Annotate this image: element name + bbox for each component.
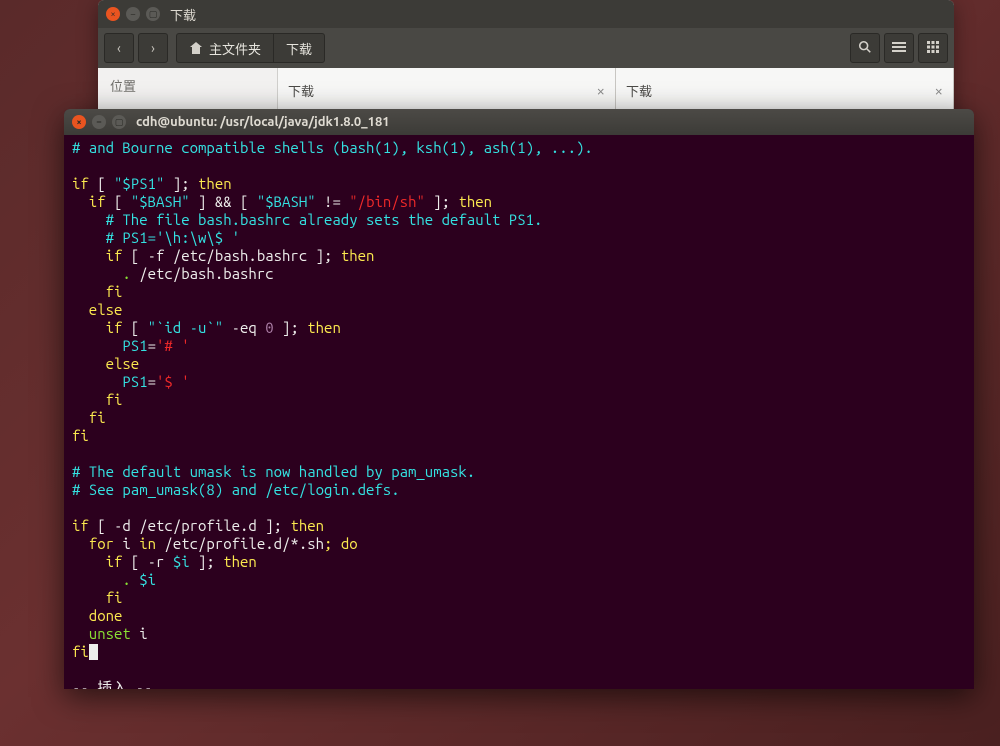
tab-downloads-1[interactable]: 下载 × [278,68,616,113]
close-icon[interactable]: × [106,7,120,21]
home-icon [189,42,203,54]
nav-back-button[interactable]: ‹ [104,33,134,63]
sidebar-section-label: 位置 [110,80,136,94]
breadcrumb: 主文件夹 下载 [176,33,325,63]
nav-forward-button[interactable]: › [138,33,168,63]
maximize-icon[interactable]: ▢ [112,115,126,129]
search-button[interactable] [850,33,880,63]
minimize-icon[interactable]: – [126,7,140,21]
filemgr-sidebar: 位置 [98,68,278,113]
breadcrumb-downloads[interactable]: 下载 [274,34,324,62]
view-grid-button[interactable] [918,33,948,63]
maximize-icon[interactable]: ▢ [146,7,160,21]
terminal-content[interactable]: # and Bourne compatible shells (bash(1),… [64,135,974,689]
breadcrumb-home[interactable]: 主文件夹 [177,34,274,62]
terminal-window: × – ▢ cdh@ubuntu: /usr/local/java/jdk1.8… [64,109,974,689]
tab-close-icon[interactable]: × [597,82,605,99]
minimize-icon[interactable]: – [92,115,106,129]
search-icon [858,40,872,57]
filemgr-toolbar: ‹ › 主文件夹 下载 [98,28,954,68]
menu-button[interactable] [884,33,914,63]
filemgr-title: 下载 [170,5,196,24]
text-cursor [89,644,98,660]
terminal-titlebar[interactable]: × – ▢ cdh@ubuntu: /usr/local/java/jdk1.8… [64,109,974,135]
filemgr-body: 位置 下载 × 下载 × [98,68,954,113]
tab-downloads-2[interactable]: 下载 × [616,68,954,113]
filemgr-window-controls: × – ▢ [106,7,160,21]
filemgr-titlebar[interactable]: × – ▢ 下载 [98,0,954,28]
grid-icon [926,40,940,57]
filemgr-tabs: 下载 × 下载 × [278,68,954,113]
terminal-window-controls: × – ▢ [72,115,126,129]
hamburger-icon [892,40,906,57]
close-icon[interactable]: × [72,115,86,129]
terminal-title: cdh@ubuntu: /usr/local/java/jdk1.8.0_181 [136,115,390,129]
vim-status-line: -- 插入 -- [72,679,152,689]
tab-close-icon[interactable]: × [935,82,943,99]
